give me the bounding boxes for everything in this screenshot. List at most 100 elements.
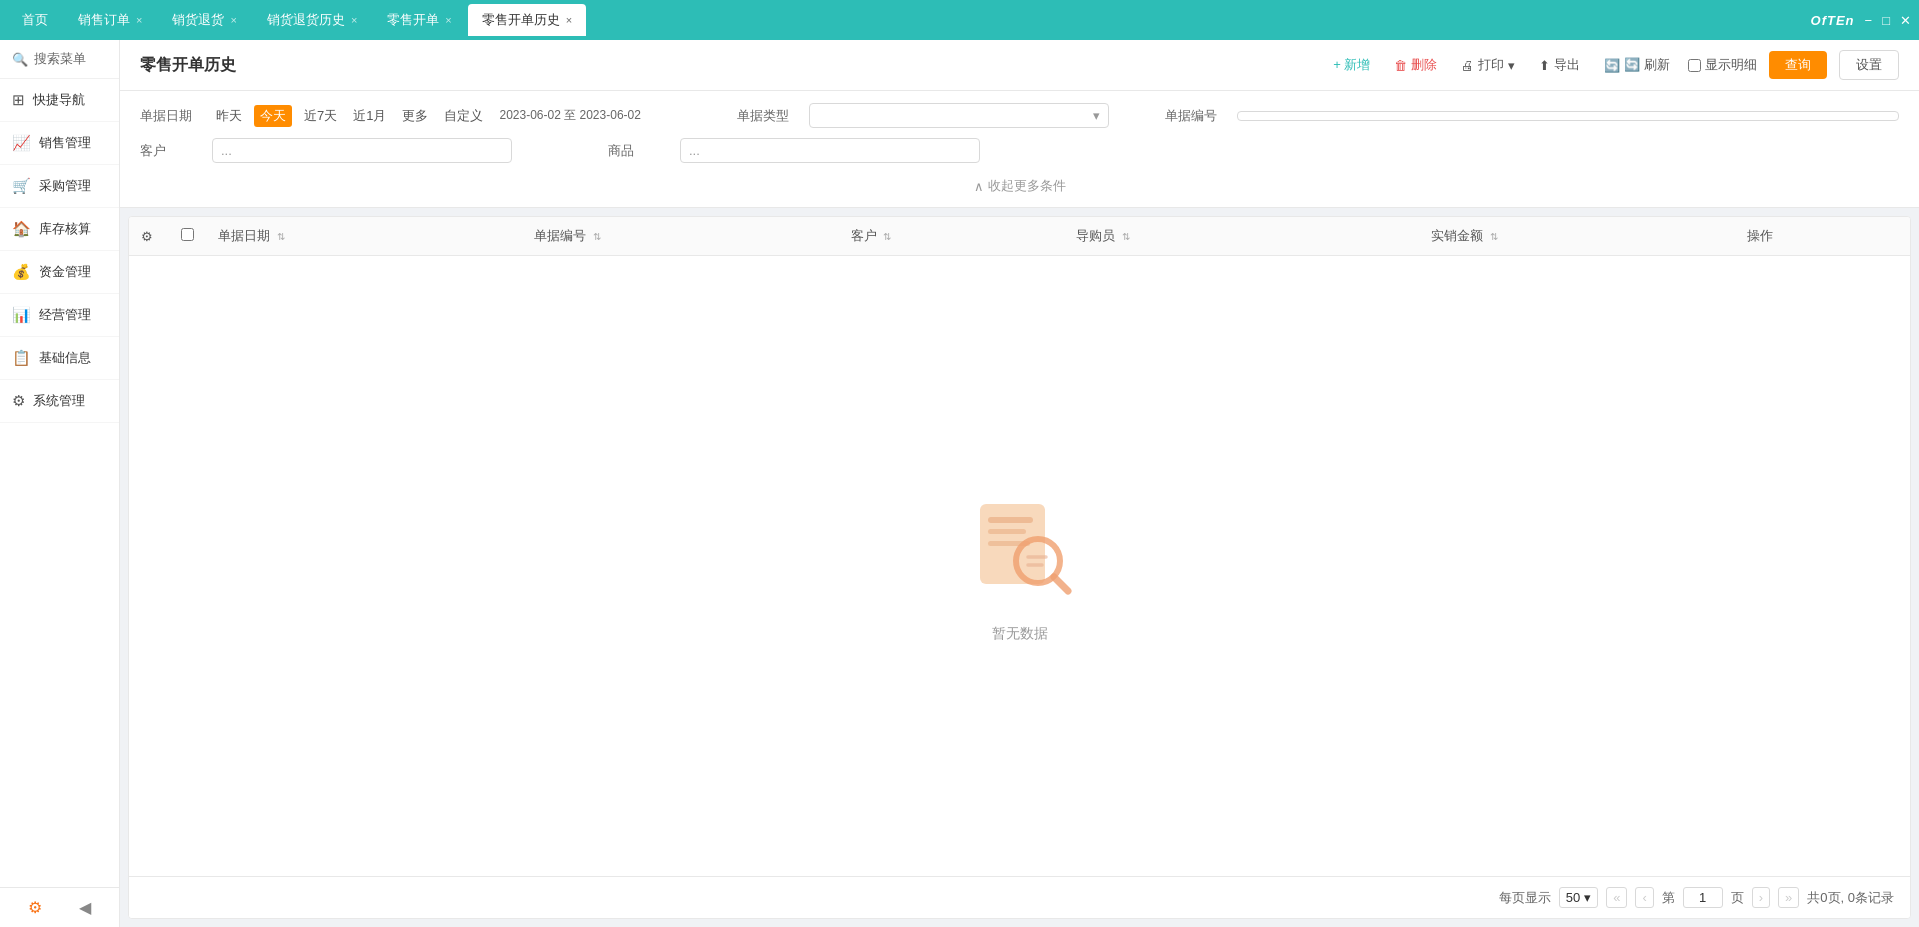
print-dropdown-icon: ▾ <box>1508 58 1515 73</box>
topbar-right: OfTEn − □ ✕ <box>1811 13 1911 28</box>
table-header-customer[interactable]: 客户 ⇅ <box>839 217 1065 256</box>
date-tab-custom[interactable]: 自定义 <box>440 105 487 127</box>
last-page-btn[interactable]: » <box>1778 887 1799 908</box>
add-button[interactable]: + 新增 <box>1327 52 1376 78</box>
print-button[interactable]: 🖨 打印 ▾ <box>1455 52 1521 78</box>
table-header-settings[interactable]: ⚙ <box>129 217 169 256</box>
tab-sales-return-close[interactable]: × <box>230 14 236 26</box>
settings-button[interactable]: 设置 <box>1839 50 1899 80</box>
date-tabs: 昨天 今天 近7天 近1月 更多 自定义 2023-06-02 至 2023-0… <box>212 105 641 127</box>
collapse-bar[interactable]: ∧ 收起更多条件 <box>140 173 1899 195</box>
doc-type-select[interactable]: ▾ <box>809 103 1109 128</box>
filter-area: 单据日期 昨天 今天 近7天 近1月 更多 自定义 2023-06-02 至 2… <box>120 91 1919 208</box>
table-header-date[interactable]: 单据日期 ⇅ <box>206 217 522 256</box>
sidebar-settings-icon[interactable]: ⚙ <box>28 898 42 917</box>
tab-retail-order[interactable]: 零售开单 × <box>373 4 465 36</box>
window-close[interactable]: ✕ <box>1900 13 1911 28</box>
date-tab-today[interactable]: 今天 <box>254 105 292 127</box>
sidebar-item-inventory[interactable]: 🏠 库存核算 <box>0 208 119 251</box>
prev-page-btn[interactable]: ‹ <box>1635 887 1653 908</box>
sidebar-item-sales-mgmt-label: 销售管理 <box>39 134 91 152</box>
export-button[interactable]: ⬆ 导出 <box>1533 52 1586 78</box>
sidebar-item-purchase-mgmt-label: 采购管理 <box>39 177 91 195</box>
refresh-button[interactable]: 🔄 🔄 刷新 <box>1598 52 1676 78</box>
tab-retail-history-close[interactable]: × <box>566 14 572 26</box>
sidebar-item-sys-mgmt-label: 系统管理 <box>33 392 85 410</box>
tab-sales-return-history[interactable]: 销货退货历史 × <box>253 4 371 36</box>
sidebar-search[interactable]: 🔍 搜索菜单 <box>0 40 119 79</box>
page-size-value: 50 <box>1566 890 1580 905</box>
date-filter-label: 单据日期 <box>140 107 196 125</box>
sidebar-item-sys-mgmt[interactable]: ⚙ 系统管理 <box>0 380 119 423</box>
customer-sort-icon: ⇅ <box>883 231 891 242</box>
goods-input[interactable]: ... <box>680 138 980 163</box>
page-title: 零售开单历史 <box>140 55 236 76</box>
tab-retail-order-close[interactable]: × <box>445 14 451 26</box>
main-layout: 🔍 搜索菜单 ⊞ 快捷导航 📈 销售管理 🛒 采购管理 🏠 库存核算 💰 资金管… <box>0 40 1919 927</box>
sidebar-item-basic-info-label: 基础信息 <box>39 349 91 367</box>
doc-no-label: 单据编号 <box>1165 107 1221 125</box>
inventory-icon: 🏠 <box>12 220 31 238</box>
page-size-select[interactable]: 50 ▾ <box>1559 887 1598 908</box>
tab-home[interactable]: 首页 <box>8 4 62 36</box>
page-size-label: 每页显示 <box>1499 889 1551 907</box>
current-page-input[interactable] <box>1683 887 1723 908</box>
tab-retail-history[interactable]: 零售开单历史 × <box>468 4 586 36</box>
doc-no-sort-icon: ⇅ <box>593 231 601 242</box>
customer-input[interactable]: ... <box>212 138 512 163</box>
svg-rect-1 <box>988 517 1033 523</box>
brand-logo: OfTEn <box>1811 13 1855 28</box>
sidebar-item-operation-label: 经营管理 <box>39 306 91 324</box>
table-header-action: 操作 <box>1735 217 1910 256</box>
select-all-checkbox[interactable] <box>181 228 194 241</box>
doc-no-input[interactable] <box>1237 111 1899 121</box>
date-tab-yesterday[interactable]: 昨天 <box>212 105 246 127</box>
delete-label: 删除 <box>1411 56 1437 74</box>
delete-button[interactable]: 🗑 删除 <box>1388 52 1443 78</box>
tab-sales-return-history-close[interactable]: × <box>351 14 357 26</box>
svg-rect-2 <box>988 529 1026 534</box>
first-page-btn[interactable]: « <box>1606 887 1627 908</box>
tab-sales-order-close[interactable]: × <box>136 14 142 26</box>
goods-placeholder: ... <box>689 143 700 158</box>
tab-sales-order[interactable]: 销售订单 × <box>64 4 156 36</box>
tab-sales-return[interactable]: 销货退货 × <box>158 4 250 36</box>
table-header-amount[interactable]: 实销金额 ⇅ <box>1419 217 1735 256</box>
date-tab-1month[interactable]: 近1月 <box>349 105 390 127</box>
next-page-btn[interactable]: › <box>1752 887 1770 908</box>
table-header-doc-no[interactable]: 单据编号 ⇅ <box>522 217 838 256</box>
sidebar-item-quick-nav[interactable]: ⊞ 快捷导航 <box>0 79 119 122</box>
table-header-guide[interactable]: 导购员 ⇅ <box>1064 217 1335 256</box>
guide-sort-icon: ⇅ <box>1122 231 1130 242</box>
date-tab-7days[interactable]: 近7天 <box>300 105 341 127</box>
sidebar-item-operation[interactable]: 📊 经营管理 <box>0 294 119 337</box>
empty-state: 暂无数据 <box>129 256 1910 876</box>
show-detail-checkbox[interactable] <box>1688 59 1701 72</box>
window-maximize[interactable]: □ <box>1882 13 1890 28</box>
page-label: 第 <box>1662 889 1675 907</box>
customer-filter-label: 客户 <box>140 142 196 160</box>
sidebar-item-basic-info[interactable]: 📋 基础信息 <box>0 337 119 380</box>
settings-gear-icon[interactable]: ⚙ <box>141 229 153 244</box>
window-minimize[interactable]: − <box>1865 13 1873 28</box>
pagination: 每页显示 50 ▾ « ‹ 第 页 › » 共0页, 0条记录 <box>129 876 1910 918</box>
date-tab-more[interactable]: 更多 <box>398 105 432 127</box>
delete-icon: 🗑 <box>1394 58 1407 73</box>
tab-sales-return-history-label: 销货退货历史 <box>267 11 345 29</box>
table-header-checkbox[interactable] <box>169 217 206 256</box>
quick-nav-icon: ⊞ <box>12 91 25 109</box>
sidebar-item-sales-mgmt[interactable]: 📈 销售管理 <box>0 122 119 165</box>
print-label: 打印 <box>1478 56 1504 74</box>
query-button[interactable]: 查询 <box>1769 51 1827 79</box>
search-icon: 🔍 <box>12 52 28 67</box>
doc-type-label: 单据类型 <box>737 107 793 125</box>
collapse-icon: ∧ <box>974 179 984 194</box>
table-header-row: ⚙ 单据日期 ⇅ 单据编号 ⇅ <box>129 217 1910 256</box>
sidebar-item-finance[interactable]: 💰 资金管理 <box>0 251 119 294</box>
sidebar-item-purchase-mgmt[interactable]: 🛒 采购管理 <box>0 165 119 208</box>
show-detail-label: 显示明细 <box>1705 56 1757 74</box>
show-detail-checkbox-group[interactable]: 显示明细 <box>1688 56 1757 74</box>
sidebar-item-quick-nav-label: 快捷导航 <box>33 91 85 109</box>
tab-retail-order-label: 零售开单 <box>387 11 439 29</box>
sidebar-collapse-icon[interactable]: ◀ <box>79 898 91 917</box>
